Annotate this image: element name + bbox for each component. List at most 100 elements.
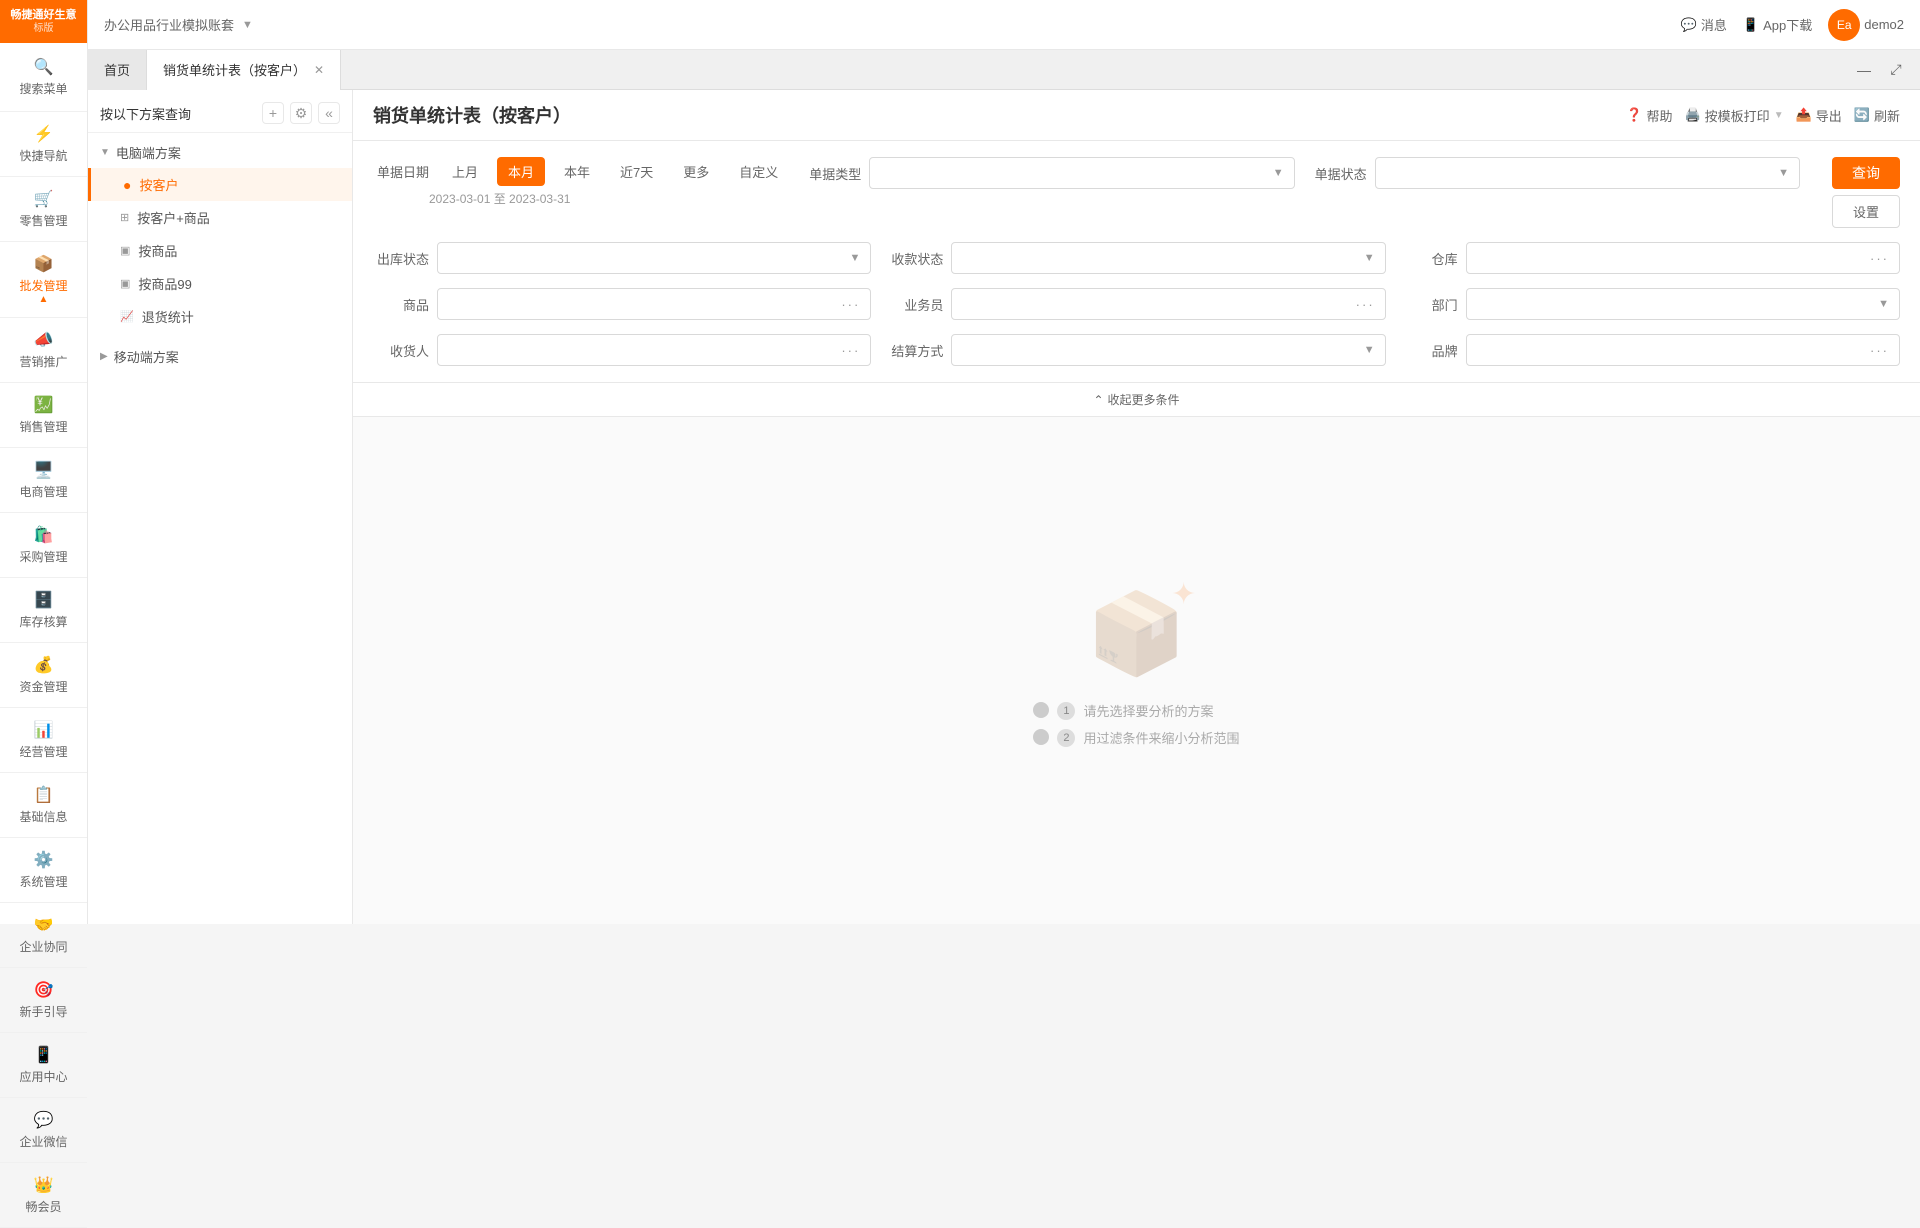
sidebar-quick-nav[interactable]: ⚡ 快捷导航 [0, 112, 87, 177]
date-btn-more[interactable]: 更多 [672, 157, 720, 186]
settings-button[interactable]: 设置 [1832, 195, 1900, 228]
window-maximize-button[interactable]: ⤢ [1884, 58, 1908, 82]
logo-text: 畅捷通好生意 标版 [11, 8, 77, 35]
basic-icon: 📋 [34, 785, 54, 805]
query-button[interactable]: 查询 [1832, 157, 1900, 189]
system-icon: ⚙️ [34, 850, 54, 870]
schema-item-by-product[interactable]: ▣ 按商品 [88, 234, 352, 267]
right-content: 销货单统计表（按客户） ❓ 帮助 🖨️ 按模板打印 ▼ 📤 导出 [353, 90, 1920, 924]
empty-sparkle-icon: ✦ [1171, 577, 1196, 612]
sidebar-item-guide[interactable]: 🎯 新手引导 [0, 968, 87, 1033]
header-right-actions: 💬 消息 📱 App下载 Ea demo2 [1681, 9, 1904, 41]
marketing-icon: 📣 [34, 330, 54, 350]
cooperation-icon: 🤝 [34, 915, 54, 935]
date-btn-custom[interactable]: 自定义 [728, 157, 789, 186]
product-filter: 商品 ··· [373, 288, 871, 320]
mobile-schema-group-header[interactable]: ▶ 移动端方案 [88, 341, 352, 372]
date-btn-this-year[interactable]: 本年 [553, 157, 601, 186]
settings-schema-button[interactable]: ⚙ [290, 102, 312, 124]
sidebar-item-app-center[interactable]: 📱 应用中心 [0, 1033, 87, 1098]
payment-status-input[interactable]: ▼ [951, 242, 1385, 274]
template-print-button[interactable]: 🖨️ 按模板打印 ▼ [1684, 106, 1783, 125]
doc-status-filter: 单据状态 ▼ [1311, 157, 1800, 189]
user-profile-button[interactable]: Ea demo2 [1828, 9, 1904, 41]
message-button[interactable]: 💬 消息 [1681, 15, 1727, 34]
settlement-input[interactable]: ▼ [951, 334, 1385, 366]
out-status-input[interactable]: ▼ [437, 242, 871, 274]
sidebar-item-marketing[interactable]: 📣 营销推广 [0, 318, 87, 383]
date-range-display: 2023-03-01 至 2023-03-31 [373, 190, 789, 207]
sidebar-item-operations[interactable]: 📊 经营管理 [0, 708, 87, 773]
collapse-up-icon: ⌃ [1093, 393, 1103, 407]
sidebar-item-basic[interactable]: 📋 基础信息 [0, 773, 87, 838]
message-icon: 💬 [1681, 17, 1697, 33]
receiver-input[interactable]: ··· [437, 334, 871, 366]
receiver-label: 收货人 [373, 341, 429, 360]
collapse-panel-button[interactable]: « [318, 102, 340, 124]
doc-type-input[interactable]: ▼ [869, 157, 1294, 189]
schema-item-by-customer[interactable]: ● 按客户 [88, 168, 352, 201]
gear-icon: ⚙ [295, 105, 308, 122]
ecommerce-icon: 🖥️ [34, 460, 54, 480]
sidebar-item-wechat[interactable]: 💬 企业微信 [0, 1098, 87, 1163]
refresh-button[interactable]: 🔄 刷新 [1854, 106, 1900, 125]
doc-type-chevron-icon: ▼ [1273, 167, 1284, 179]
settlement-label: 结算方式 [887, 341, 943, 360]
expand-arrow-icon: ▲ [39, 294, 49, 305]
sidebar-item-member[interactable]: 👑 畅会员 [0, 1163, 87, 1228]
print-icon: 🖨️ [1684, 107, 1700, 123]
tab-sales-stat[interactable]: 销货单统计表（按客户） ✕ [147, 50, 341, 90]
help-button[interactable]: ❓ 帮助 [1626, 106, 1672, 125]
main-area: 办公用品行业模拟账套 ▼ 💬 消息 📱 App下载 Ea demo2 首页 [88, 0, 1920, 924]
app-download-button[interactable]: 📱 App下载 [1743, 15, 1812, 34]
payment-status-label: 收款状态 [887, 249, 943, 268]
logo: 畅捷通好生意 标版 [0, 0, 87, 43]
sidebar-item-procurement[interactable]: 🛍️ 采购管理 [0, 513, 87, 578]
date-btn-this-month[interactable]: 本月 [497, 157, 545, 186]
add-schema-button[interactable]: + [262, 102, 284, 124]
sidebar-item-finance[interactable]: 💰 资金管理 [0, 643, 87, 708]
department-input[interactable]: ▼ [1466, 288, 1900, 320]
schema-item-return-stat[interactable]: 📈 退货统计 [88, 300, 352, 333]
product-schema-icon: ▣ [120, 244, 130, 257]
sidebar-item-inventory[interactable]: 🗄️ 库存核算 [0, 578, 87, 643]
date-filter-options: 上月 本月 本年 近7天 更多 自定义 [441, 157, 789, 186]
warehouse-more-icon: ··· [1870, 251, 1889, 266]
collapse-filter-button[interactable]: ⌃ 收起更多条件 [353, 383, 1920, 417]
sidebar-item-wholesale[interactable]: 📦 批发管理 ▲ [0, 242, 87, 318]
salesperson-input[interactable]: ··· [951, 288, 1385, 320]
sidebar-item-sales[interactable]: 💹 销售管理 [0, 383, 87, 448]
date-btn-last-7-days[interactable]: 近7天 [609, 157, 664, 186]
sidebar-item-ecommerce[interactable]: 🖥️ 电商管理 [0, 448, 87, 513]
schema-item-by-product-99[interactable]: ▣ 按商品99 [88, 267, 352, 300]
doc-status-input[interactable]: ▼ [1375, 157, 1800, 189]
export-button[interactable]: 📤 导出 [1796, 106, 1842, 125]
warehouse-input[interactable]: ··· [1466, 242, 1900, 274]
brand-input[interactable]: ··· [1466, 334, 1900, 366]
hint-item-2: 2 用过滤条件来缩小分析范围 [1033, 728, 1239, 747]
desktop-schema-group-header[interactable]: ▼ 电脑端方案 [88, 137, 352, 168]
department-label: 部门 [1402, 295, 1458, 314]
window-minimize-button[interactable]: — [1852, 58, 1876, 82]
member-icon: 👑 [34, 1175, 54, 1195]
tab-window-actions: — ⤢ [1852, 58, 1920, 82]
date-btn-last-month[interactable]: 上月 [441, 157, 489, 186]
tab-close-button[interactable]: ✕ [314, 63, 324, 77]
breadcrumb-arrow-icon: ▼ [242, 19, 253, 31]
sidebar-search-menu[interactable]: 🔍 搜索菜单 [0, 43, 87, 112]
collapse-icon: ▶ [100, 351, 108, 362]
customer-product-schema-icon: ⊞ [120, 211, 129, 224]
product-input[interactable]: ··· [437, 288, 871, 320]
department-filter: 部门 ▼ [1402, 288, 1900, 320]
tab-home[interactable]: 首页 [88, 50, 147, 90]
sidebar-item-retail[interactable]: 🛒 零售管理 [0, 177, 87, 242]
retail-icon: 🛒 [34, 189, 54, 209]
schema-item-by-customer-product[interactable]: ⊞ 按客户+商品 [88, 201, 352, 234]
tab-bar: 首页 销货单统计表（按客户） ✕ — ⤢ [88, 50, 1920, 90]
refresh-icon: 🔄 [1854, 107, 1870, 123]
top-header: 办公用品行业模拟账套 ▼ 💬 消息 📱 App下载 Ea demo2 [88, 0, 1920, 50]
download-icon: 📱 [1743, 17, 1759, 33]
brand-filter: 品牌 ··· [1402, 334, 1900, 366]
sidebar-item-system[interactable]: ⚙️ 系统管理 [0, 838, 87, 903]
sidebar-item-cooperation[interactable]: 🤝 企业协同 [0, 903, 87, 968]
